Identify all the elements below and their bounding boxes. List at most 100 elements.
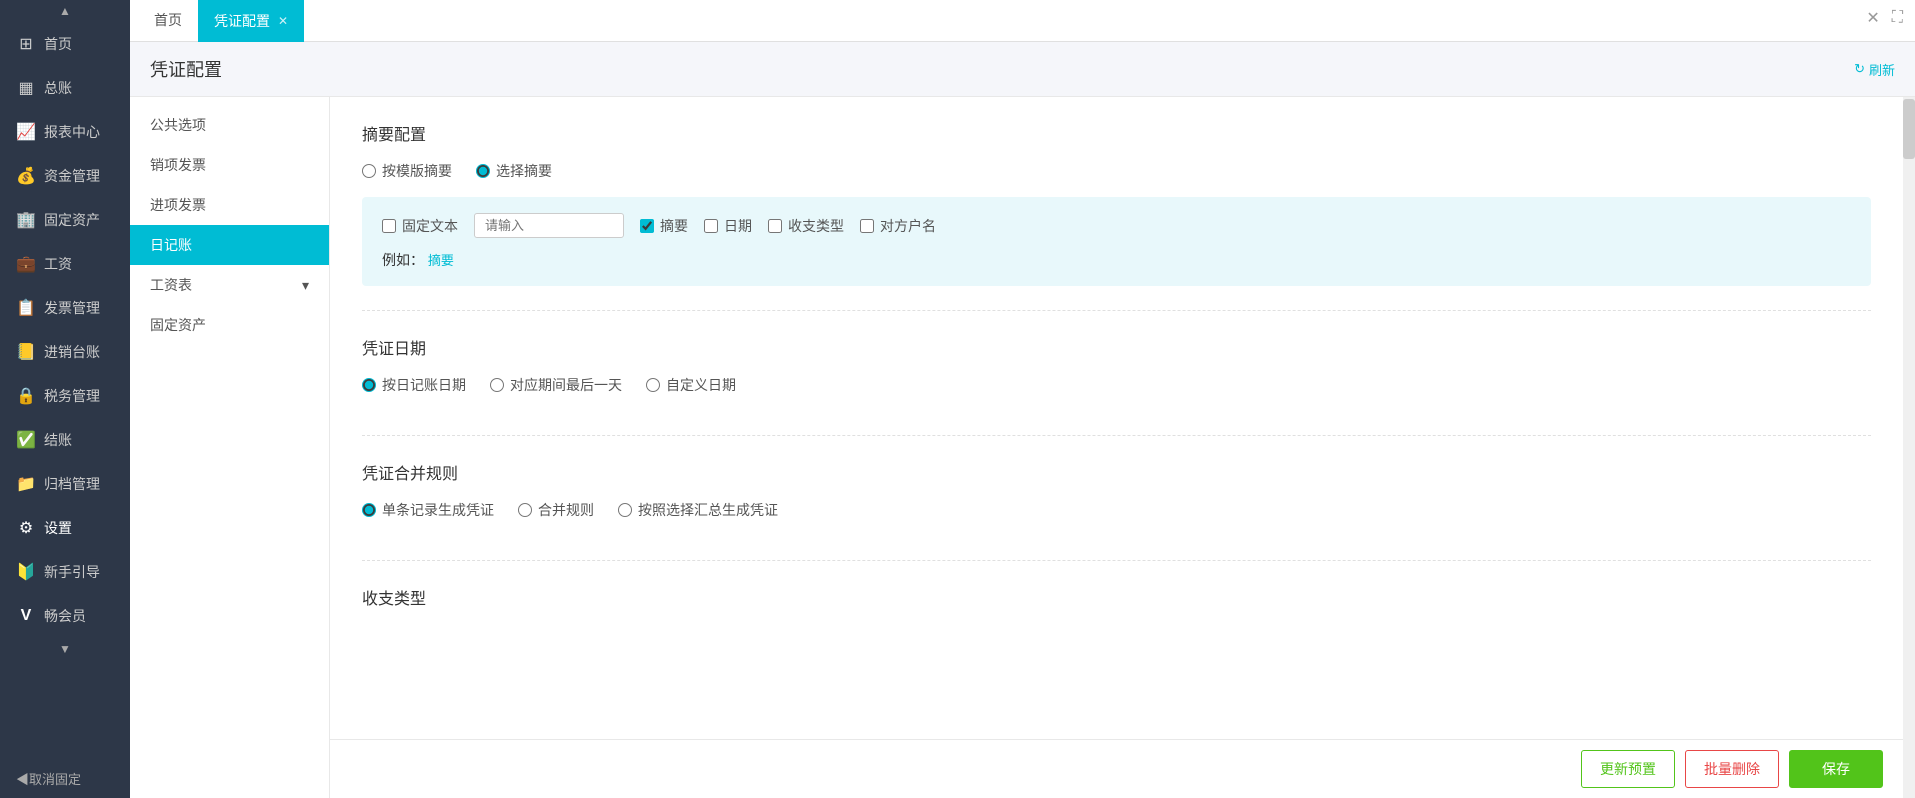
- summary-mode-template-radio[interactable]: [362, 164, 376, 178]
- sidebar-label-wages: 工资: [44, 254, 72, 274]
- update-preset-button[interactable]: 更新预置: [1581, 750, 1675, 788]
- merge-option-rule-radio[interactable]: [518, 503, 532, 517]
- sidebar-item-guide[interactable]: 🔰 新手引导: [0, 550, 130, 594]
- field-payment-type[interactable]: 收支类型: [768, 216, 844, 236]
- fixed-text-input[interactable]: [474, 213, 624, 238]
- field-payment-type-checkbox[interactable]: [768, 219, 782, 233]
- sidebar-item-tax[interactable]: 🔒 税务管理: [0, 374, 130, 418]
- sidebar-label-archive: 归档管理: [44, 474, 100, 494]
- close-window-button[interactable]: ✕: [1866, 8, 1879, 28]
- chevron-down-icon: ▾: [302, 277, 309, 294]
- sales-ledger-icon: 📒: [16, 342, 36, 362]
- field-fixed-text-label: 固定文本: [402, 216, 458, 236]
- sidebar-label-funds: 资金管理: [44, 166, 100, 186]
- sidebar-item-settings[interactable]: ⚙ 设置: [0, 506, 130, 550]
- field-fixed-text[interactable]: 固定文本: [382, 216, 458, 236]
- tab-voucher-config[interactable]: 凭证配置 ✕: [198, 0, 304, 42]
- sidebar-item-ledger[interactable]: ▦ 总账: [0, 66, 130, 110]
- right-content: 摘要配置 按模版摘要 选择摘要: [330, 97, 1903, 739]
- summary-mode-select-radio[interactable]: [476, 164, 490, 178]
- sidebar-item-closing[interactable]: ✅ 结账: [0, 418, 130, 462]
- field-date[interactable]: 日期: [704, 216, 752, 236]
- main-area: 首页 凭证配置 ✕ ✕ ⛶ 凭证配置 ↻ 刷新 公共选项 销项发票 进项: [130, 0, 1915, 798]
- summary-mode-template-label: 按模版摘要: [382, 161, 452, 181]
- unpin-button[interactable]: ◀取消固定: [0, 759, 130, 798]
- merge-option-single-radio[interactable]: [362, 503, 376, 517]
- field-date-label: 日期: [724, 216, 752, 236]
- vertical-scrollbar[interactable]: [1903, 97, 1915, 798]
- merge-option-rule[interactable]: 合并规则: [518, 500, 594, 520]
- example-prefix: 例如：: [382, 252, 424, 268]
- guide-icon: 🔰: [16, 562, 36, 582]
- sidebar-label-home: 首页: [44, 34, 72, 54]
- sidebar-item-funds[interactable]: 💰 资金管理: [0, 154, 130, 198]
- field-counterpart-label: 对方户名: [880, 216, 936, 236]
- merge-option-select-summary-radio[interactable]: [618, 503, 632, 517]
- tab-home[interactable]: 首页: [138, 0, 198, 42]
- scrollbar-thumb[interactable]: [1903, 99, 1915, 159]
- payment-type-section: 收支类型: [362, 585, 1871, 649]
- sidebar-label-sales-ledger: 进销台账: [44, 342, 100, 362]
- field-date-checkbox[interactable]: [704, 219, 718, 233]
- invoice-mgmt-icon: 📋: [16, 298, 36, 318]
- field-summary-checkbox[interactable]: [640, 219, 654, 233]
- summary-mode-template[interactable]: 按模版摘要: [362, 161, 452, 181]
- sidebar-item-wages[interactable]: 💼 工资: [0, 242, 130, 286]
- scroll-up[interactable]: ▲: [0, 0, 130, 22]
- nav-item-purchase-invoice[interactable]: 进项发票: [130, 185, 329, 225]
- funds-icon: 💰: [16, 166, 36, 186]
- summary-example-row: 例如： 摘要: [382, 250, 1851, 270]
- nav-item-journal[interactable]: 日记账: [130, 225, 329, 265]
- refresh-button[interactable]: ↻ 刷新: [1854, 60, 1895, 79]
- date-option-period-last[interactable]: 对应期间最后一天: [490, 375, 622, 395]
- summary-mode-select-label: 选择摘要: [496, 161, 552, 181]
- left-nav: 公共选项 销项发票 进项发票 日记账 工资表 ▾ 固定资产: [130, 97, 330, 798]
- date-option-journal[interactable]: 按日记账日期: [362, 375, 466, 395]
- sidebar-label-tax: 税务管理: [44, 386, 100, 406]
- sidebar-item-archive[interactable]: 📁 归档管理: [0, 462, 130, 506]
- date-option-custom-radio[interactable]: [646, 378, 660, 392]
- date-option-period-last-radio[interactable]: [490, 378, 504, 392]
- sidebar-item-sales-ledger[interactable]: 📒 进销台账: [0, 330, 130, 374]
- unpin-label: ◀取消固定: [16, 769, 81, 788]
- tab-bar: 首页 凭证配置 ✕ ✕ ⛶: [130, 0, 1915, 42]
- date-section: 凭证日期 按日记账日期 对应期间最后一天 自定义日期: [362, 335, 1871, 436]
- nav-label-purchase-invoice: 进项发票: [150, 195, 206, 215]
- field-summary[interactable]: 摘要: [640, 216, 688, 236]
- nav-item-sales-invoice[interactable]: 销项发票: [130, 145, 329, 185]
- payment-type-section-title: 收支类型: [362, 585, 1871, 609]
- nav-item-public[interactable]: 公共选项: [130, 105, 329, 145]
- nav-item-wage-table[interactable]: 工资表 ▾: [130, 265, 329, 305]
- date-option-custom[interactable]: 自定义日期: [646, 375, 736, 395]
- summary-mode-select[interactable]: 选择摘要: [476, 161, 552, 181]
- summary-section-title: 摘要配置: [362, 121, 1871, 145]
- closing-icon: ✅: [16, 430, 36, 450]
- merge-option-select-summary[interactable]: 按照选择汇总生成凭证: [618, 500, 778, 520]
- batch-delete-button[interactable]: 批量删除: [1685, 750, 1779, 788]
- scroll-down[interactable]: ▼: [0, 638, 130, 660]
- save-button[interactable]: 保存: [1789, 750, 1883, 788]
- sidebar-item-home[interactable]: ⊞ 首页: [0, 22, 130, 66]
- date-option-period-last-label: 对应期间最后一天: [510, 375, 622, 395]
- sidebar-item-invoice-mgmt[interactable]: 📋 发票管理: [0, 286, 130, 330]
- merge-options-group: 单条记录生成凭证 合并规则 按照选择汇总生成凭证: [362, 500, 1871, 520]
- nav-item-fixed-assets[interactable]: 固定资产: [130, 305, 329, 345]
- page-header: 凭证配置 ↻ 刷新: [130, 42, 1915, 97]
- sidebar-item-vip[interactable]: V 畅会员: [0, 594, 130, 638]
- sidebar-label-ledger: 总账: [44, 78, 72, 98]
- date-section-title: 凭证日期: [362, 335, 1871, 359]
- merge-option-single[interactable]: 单条记录生成凭证: [362, 500, 494, 520]
- maximize-window-button[interactable]: ⛶: [1892, 9, 1903, 27]
- tax-icon: 🔒: [16, 386, 36, 406]
- sidebar-item-assets[interactable]: 🏢 固定资产: [0, 198, 130, 242]
- vip-icon: V: [16, 607, 36, 625]
- sidebar-item-reports[interactable]: 📈 报表中心: [0, 110, 130, 154]
- nav-label-journal: 日记账: [150, 235, 192, 255]
- field-counterpart[interactable]: 对方户名: [860, 216, 936, 236]
- tab-close-icon[interactable]: ✕: [278, 14, 288, 28]
- field-counterpart-checkbox[interactable]: [860, 219, 874, 233]
- date-options-group: 按日记账日期 对应期间最后一天 自定义日期: [362, 375, 1871, 395]
- field-fixed-text-checkbox[interactable]: [382, 219, 396, 233]
- assets-icon: 🏢: [16, 210, 36, 230]
- date-option-journal-radio[interactable]: [362, 378, 376, 392]
